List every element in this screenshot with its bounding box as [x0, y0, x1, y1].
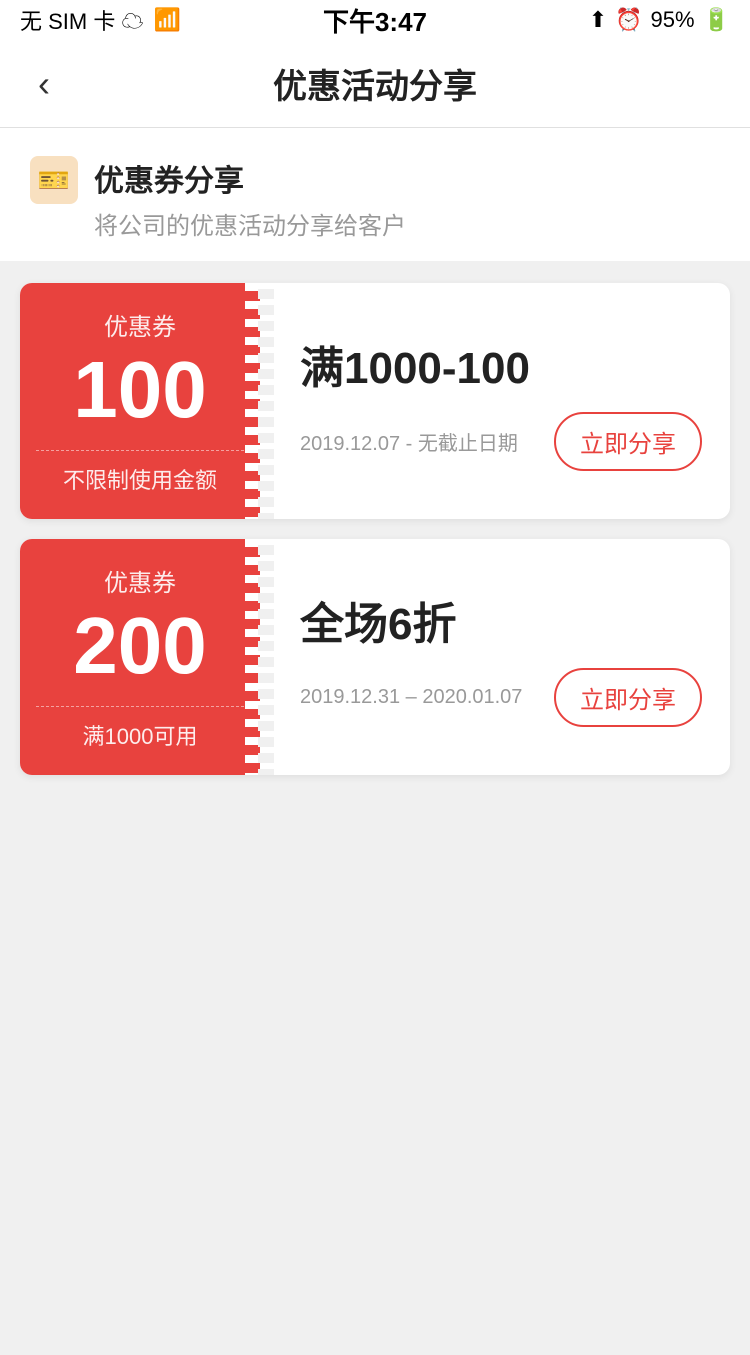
- wifi-icon: 📶: [153, 7, 180, 33]
- coupon-meta-2: 2019.12.31 – 2020.01.07 立即分享: [300, 668, 702, 727]
- coupon-condition-1: 不限制使用金额: [63, 463, 217, 495]
- section-subtitle: 将公司的优惠活动分享给客户: [94, 206, 406, 241]
- coupon-label-1: 优惠券: [104, 307, 176, 342]
- battery-level: 95%: [651, 7, 695, 33]
- coupon-divider-1: [36, 450, 244, 451]
- coupon-date-1: 2019.12.07 - 无截止日期: [300, 427, 542, 456]
- section-header: 🎫 优惠券分享 将公司的优惠活动分享给客户: [0, 128, 750, 261]
- coupon-meta-1: 2019.12.07 - 无截止日期 立即分享: [300, 412, 702, 471]
- share-button-2[interactable]: 立即分享: [554, 668, 702, 727]
- coupon-card-2: 优惠券 200 满1000可用 全场6折 2019.12.31 – 2020.0…: [20, 539, 730, 775]
- nav-bar: ‹ 优惠活动分享: [0, 40, 750, 128]
- coupon-amount-2: 200: [73, 606, 206, 686]
- coupon-condition-2: 满1000可用: [83, 719, 198, 751]
- status-time: 下午3:47: [323, 2, 427, 39]
- coupon-name-2: 全场6折: [300, 588, 702, 652]
- status-left: 无 SIM 卡 ☁ 📶: [20, 4, 181, 36]
- location-icon: ⬆: [589, 7, 607, 33]
- section-text: 优惠券分享 将公司的优惠活动分享给客户: [94, 156, 406, 241]
- alarm-icon: ⏰: [615, 7, 642, 33]
- share-button-1[interactable]: 立即分享: [554, 412, 702, 471]
- coupon-amount-1: 100: [73, 350, 206, 430]
- back-button[interactable]: ‹: [28, 53, 60, 115]
- coupon-label-2: 优惠券: [104, 563, 176, 598]
- coupon-name-1: 满1000-100: [300, 332, 702, 396]
- empty-area: [0, 795, 750, 1355]
- coupon-list: 优惠券 100 不限制使用金额 满1000-100 2019.12.07 - 无…: [0, 263, 750, 795]
- coupon-date-2: 2019.12.31 – 2020.01.07: [300, 686, 542, 709]
- coupon-card-1: 优惠券 100 不限制使用金额 满1000-100 2019.12.07 - 无…: [20, 283, 730, 519]
- status-right: ⬆ ⏰ 95% 🔋: [589, 7, 730, 33]
- coupon-right-1: 满1000-100 2019.12.07 - 无截止日期 立即分享: [260, 283, 730, 519]
- coupon-left-2: 优惠券 200 满1000可用: [20, 539, 260, 775]
- coupon-divider-2: [36, 706, 244, 707]
- page-title: 优惠活动分享: [273, 59, 477, 108]
- sim-status: 无 SIM 卡 ☁: [20, 4, 143, 36]
- section-icon: 🎫: [30, 156, 78, 204]
- battery-icon: 🔋: [703, 7, 730, 33]
- coupon-right-2: 全场6折 2019.12.31 – 2020.01.07 立即分享: [260, 539, 730, 775]
- coupon-left-1: 优惠券 100 不限制使用金额: [20, 283, 260, 519]
- status-bar: 无 SIM 卡 ☁ 📶 下午3:47 ⬆ ⏰ 95% 🔋: [0, 0, 750, 40]
- section-title: 优惠券分享: [94, 156, 406, 200]
